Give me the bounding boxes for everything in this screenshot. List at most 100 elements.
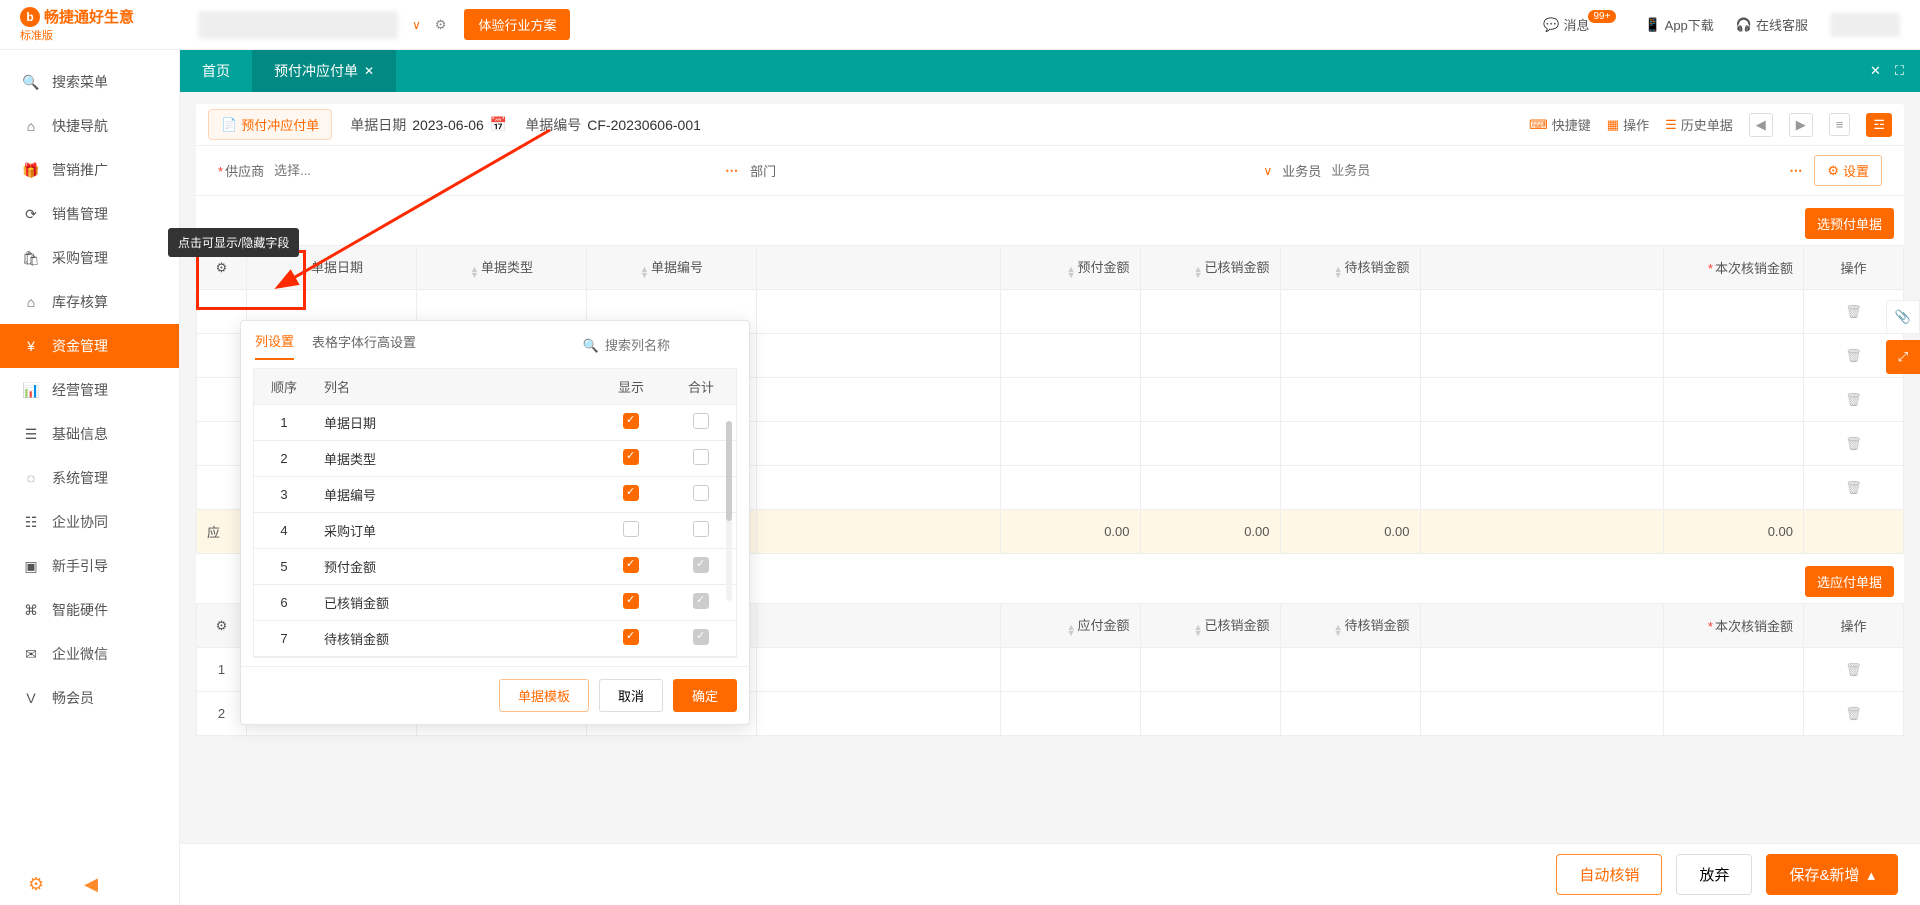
attachment-widget-icon[interactable]: 📎	[1886, 300, 1920, 334]
trash-icon[interactable]: 🗑	[1845, 662, 1862, 677]
user-avatar-blurred[interactable]	[1830, 13, 1900, 37]
sum-checkbox[interactable]	[693, 521, 709, 537]
dept-field[interactable]: 部门 ∨	[750, 161, 1272, 180]
popup-tab-columns[interactable]: 列设置	[255, 331, 294, 360]
sidebar-item-label: 畅会员	[52, 688, 94, 708]
show-checkbox[interactable]	[623, 449, 639, 465]
sidebar-item[interactable]: ⌂快捷导航	[0, 104, 179, 148]
sidebar-item[interactable]: ⌘智能硬件	[0, 588, 179, 632]
popup-search[interactable]: 🔍	[583, 338, 735, 354]
column-settings-trigger-2[interactable]: ⚙	[197, 604, 247, 648]
side-widgets: 📎 ⤢	[1886, 300, 1920, 374]
sidebar-settings-icon[interactable]: ⚙	[28, 874, 44, 895]
sidebar-item[interactable]: 🛍采购管理	[0, 236, 179, 280]
sidebar-item[interactable]: ☰基础信息	[0, 412, 179, 456]
sidebar-item[interactable]: ¥资金管理	[0, 324, 179, 368]
show-checkbox[interactable]	[623, 485, 639, 501]
tab-home[interactable]: 首页	[180, 50, 252, 92]
popup-cancel-button[interactable]: 取消	[599, 679, 663, 712]
sum-checkbox	[693, 593, 709, 609]
popup-column-row[interactable]: 1单据日期	[254, 405, 736, 441]
show-checkbox[interactable]	[623, 413, 639, 429]
doc-type-tab[interactable]: 📄预付冲应付单	[208, 109, 332, 140]
auto-verify-button[interactable]: 自动核销	[1556, 854, 1662, 895]
sum-checkbox[interactable]	[693, 413, 709, 429]
select-payable-button[interactable]: 选应付单据	[1805, 566, 1894, 597]
doc-date-field[interactable]: 单据日期2023-06-06📅	[350, 115, 507, 135]
trash-icon[interactable]: 🗑	[1845, 706, 1862, 721]
popup-column-row[interactable]: 5预付金额	[254, 549, 736, 585]
supplier-input[interactable]	[274, 163, 715, 178]
trash-icon[interactable]: 🗑	[1845, 436, 1862, 451]
sidebar: 🔍搜索菜单⌂快捷导航🎁营销推广⟳销售管理🛍采购管理⌂库存核算¥资金管理📊经营管理…	[0, 50, 180, 905]
salesperson-more-icon[interactable]: ⋯	[1789, 163, 1804, 179]
popup-search-input[interactable]	[605, 338, 735, 353]
trash-icon[interactable]: 🗑	[1845, 348, 1862, 363]
org-caret-icon[interactable]: ∨	[412, 18, 421, 32]
layout2-icon[interactable]: ☲	[1866, 113, 1892, 137]
tab-current[interactable]: 预付冲应付单✕	[252, 50, 396, 92]
history-next-icon[interactable]: ▶	[1789, 113, 1813, 137]
messages-link[interactable]: 💬消息99+	[1543, 15, 1622, 34]
shortcut-link[interactable]: ⌨快捷键	[1529, 115, 1591, 134]
tabs-close-all-icon[interactable]: ✕	[1866, 59, 1885, 83]
online-service-link[interactable]: 🎧在线客服	[1736, 15, 1808, 34]
show-checkbox[interactable]	[623, 593, 639, 609]
supplier-field[interactable]: *供应商 ⋯	[218, 161, 740, 180]
sum-checkbox[interactable]	[693, 449, 709, 465]
popup-tab-font[interactable]: 表格字体行高设置	[312, 332, 416, 359]
show-checkbox[interactable]	[623, 629, 639, 645]
save-new-button[interactable]: 保存&新增▴	[1766, 854, 1898, 895]
sidebar-item[interactable]: ◌系统管理	[0, 456, 179, 500]
salesperson-field[interactable]: 业务员 ⋯	[1282, 161, 1804, 180]
sidebar-item-icon: ✉	[22, 645, 40, 663]
sidebar-item[interactable]: ⟳销售管理	[0, 192, 179, 236]
popup-column-row[interactable]: 4采购订单	[254, 513, 736, 549]
sidebar-item[interactable]: ✉ 企业微信	[0, 632, 179, 676]
dept-dropdown-icon[interactable]: ∨	[1263, 164, 1272, 178]
header-gear-icon[interactable]: ⚙	[435, 17, 447, 33]
supplier-more-icon[interactable]: ⋯	[725, 163, 740, 179]
operate-link[interactable]: ▦操作	[1607, 115, 1649, 134]
trash-icon[interactable]: 🗑	[1845, 480, 1862, 495]
sidebar-collapse-icon[interactable]: ◀	[84, 874, 98, 895]
tab-close-icon[interactable]: ✕	[364, 64, 374, 78]
show-checkbox[interactable]	[623, 557, 639, 573]
list-icon: ☰	[1665, 117, 1677, 133]
popup-template-button[interactable]: 单据模板	[499, 679, 589, 712]
form-settings-button[interactable]: ⚙设置	[1814, 155, 1882, 186]
trash-icon[interactable]: 🗑	[1845, 392, 1862, 407]
app-download-link[interactable]: 📱App下载	[1644, 15, 1713, 34]
sidebar-item-icon: 🔍	[22, 73, 40, 91]
popup-ok-button[interactable]: 确定	[673, 679, 737, 712]
popup-column-row[interactable]: 3单据编号	[254, 477, 736, 513]
expand-widget-icon[interactable]: ⤢	[1886, 340, 1920, 374]
calendar-icon[interactable]: 📅	[490, 116, 507, 133]
sidebar-item[interactable]: 📊经营管理	[0, 368, 179, 412]
popup-column-row[interactable]: 2单据类型	[254, 441, 736, 477]
popup-column-row[interactable]: 7待核销金额	[254, 621, 736, 657]
select-prepay-button[interactable]: 选预付单据	[1805, 208, 1894, 239]
sidebar-item-label: 资金管理	[52, 336, 108, 356]
dept-input[interactable]	[786, 163, 1253, 178]
salesperson-input[interactable]	[1331, 163, 1779, 178]
sidebar-item[interactable]: ▣新手引导	[0, 544, 179, 588]
history-link[interactable]: ☰历史单据	[1665, 115, 1733, 134]
sidebar-item-label: 企业微信	[52, 644, 108, 664]
discard-button[interactable]: 放弃	[1676, 854, 1752, 895]
popup-column-row[interactable]: 6已核销金额	[254, 585, 736, 621]
trash-icon[interactable]: 🗑	[1845, 304, 1862, 319]
sum-checkbox[interactable]	[693, 485, 709, 501]
sidebar-item[interactable]: ☷企业协同	[0, 500, 179, 544]
sidebar-item[interactable]: ⌂库存核算	[0, 280, 179, 324]
history-prev-icon[interactable]: ◀	[1749, 113, 1773, 137]
experience-button[interactable]: 体验行业方案	[464, 9, 570, 40]
layout1-icon[interactable]: ≡	[1829, 113, 1851, 136]
sidebar-item[interactable]: 🎁营销推广	[0, 148, 179, 192]
org-selector-blurred[interactable]	[198, 11, 398, 39]
tabs-fullscreen-icon[interactable]: ⛶	[1891, 59, 1908, 83]
show-checkbox[interactable]	[623, 521, 639, 537]
sidebar-item[interactable]: 🔍搜索菜单	[0, 60, 179, 104]
popup-scrollbar[interactable]	[726, 421, 732, 601]
sidebar-item[interactable]: V畅会员	[0, 676, 179, 720]
